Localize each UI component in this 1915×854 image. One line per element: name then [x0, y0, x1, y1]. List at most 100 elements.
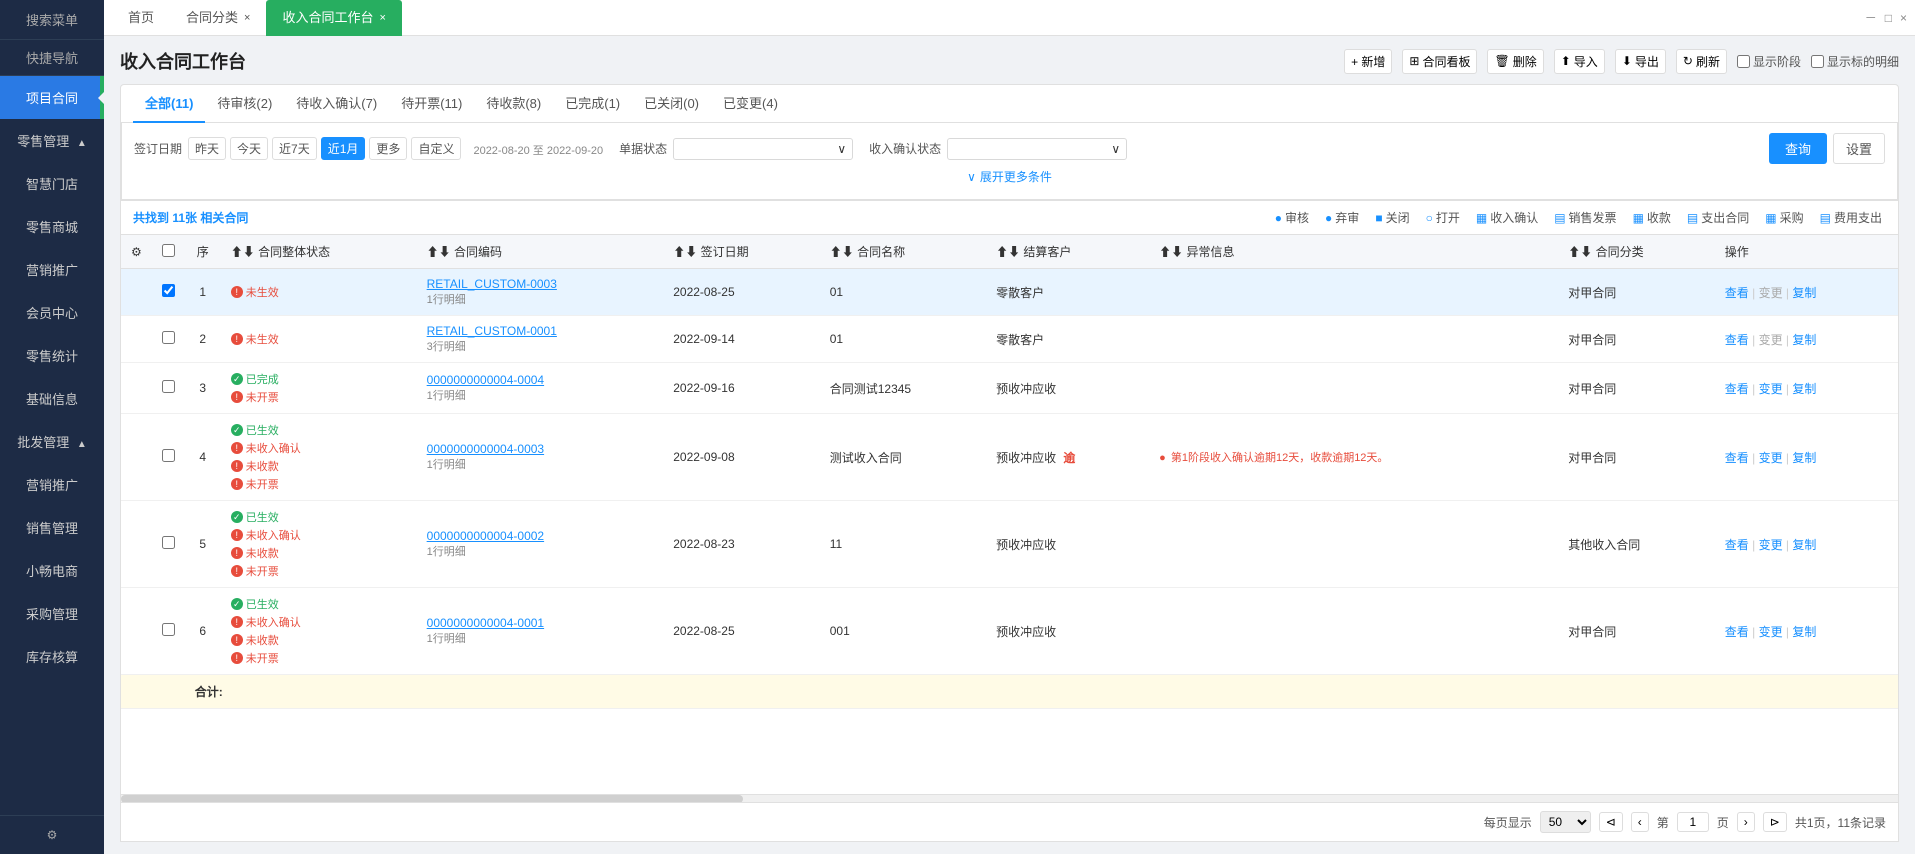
tab-home[interactable]: 首页 — [112, 0, 170, 36]
tab-income-contract[interactable]: 收入合同工作台 × — [266, 0, 401, 36]
date-btn-yesterday[interactable]: 昨天 — [188, 137, 226, 160]
contract-code-link[interactable]: 0000000000004-0001 — [427, 616, 544, 630]
action-collect[interactable]: ▦ 收款 — [1629, 207, 1675, 228]
row-op-copy[interactable]: 复制 — [1792, 451, 1816, 465]
sidebar-item-retail-stats[interactable]: 零售统计 — [0, 334, 104, 377]
action-abandon[interactable]: ● 弃审 — [1321, 207, 1363, 228]
chevron-down-icon2: ∨ — [1111, 142, 1120, 156]
row-op-change[interactable]: 变更 — [1759, 538, 1783, 552]
show-detail-checkbox[interactable]: 显示标的明细 — [1811, 53, 1899, 70]
filter-tab-changed[interactable]: 已变更(4) — [711, 85, 790, 123]
import-button[interactable]: ⬆ 导入 — [1554, 49, 1605, 74]
row-op-view[interactable]: 查看 — [1725, 538, 1749, 552]
export-button[interactable]: ⬇ 导出 — [1615, 49, 1666, 74]
status-icon: ! — [231, 529, 243, 541]
contract-code-link[interactable]: 0000000000004-0004 — [427, 373, 544, 387]
last-page-btn[interactable]: ⊳ — [1763, 812, 1787, 832]
action-out-contract[interactable]: ▤ 支出合同 — [1683, 207, 1753, 228]
horizontal-scrollbar[interactable] — [121, 794, 1898, 802]
action-close[interactable]: ■ 关闭 — [1371, 207, 1413, 228]
filter-tab-pending-payment[interactable]: 待收款(8) — [474, 85, 553, 123]
date-btn-last1m[interactable]: 近1月 — [321, 137, 366, 160]
delete-icon: 🗑 — [1494, 54, 1509, 68]
sidebar-search[interactable]: 搜索菜单 — [0, 0, 104, 40]
row-op-copy[interactable]: 复制 — [1792, 538, 1816, 552]
next-page-btn[interactable]: › — [1737, 812, 1755, 832]
row-op-copy[interactable]: 复制 — [1792, 286, 1816, 300]
export-icon: ⬇ — [1622, 54, 1632, 68]
query-button[interactable]: 查询 — [1769, 133, 1827, 164]
action-purchase[interactable]: ▦ 采购 — [1761, 207, 1807, 228]
contract-code-link[interactable]: 0000000000004-0003 — [427, 442, 544, 456]
sidebar-item-sales-mgmt[interactable]: 销售管理 — [0, 506, 104, 549]
setting-button[interactable]: 设置 — [1833, 133, 1885, 164]
filter-tab-pending-invoice[interactable]: 待开票(11) — [389, 85, 474, 123]
tab-close-contract-cat[interactable]: × — [244, 0, 250, 36]
row-op-copy[interactable]: 复制 — [1792, 333, 1816, 347]
tab-close-income-contract[interactable]: × — [379, 0, 385, 36]
sidebar-item-purchase[interactable]: 采购管理 — [0, 592, 104, 635]
sidebar-item-xiaochang[interactable]: 小畅电商 — [0, 549, 104, 592]
select-all-checkbox[interactable] — [162, 244, 175, 257]
action-expense[interactable]: ▤ 费用支出 — [1816, 207, 1886, 228]
show-stage-checkbox[interactable]: 显示阶段 — [1737, 53, 1801, 70]
contract-code-link[interactable]: RETAIL_CUSTOM-0003 — [427, 277, 557, 291]
minimize-icon[interactable]: － — [1865, 9, 1877, 26]
sidebar-item-retail-mgmt[interactable]: 零售管理 ▲ — [0, 119, 104, 162]
contract-code-link[interactable]: 0000000000004-0002 — [427, 529, 544, 543]
prev-page-btn[interactable]: ‹ — [1631, 812, 1649, 832]
date-btn-last7[interactable]: 近7天 — [272, 137, 317, 160]
tab-contract-cat[interactable]: 合同分类 × — [170, 0, 266, 36]
settings-icon[interactable]: ⚙ — [131, 245, 142, 259]
filter-tab-completed[interactable]: 已完成(1) — [553, 85, 632, 123]
close-window-icon[interactable]: × — [1900, 11, 1907, 25]
delete-button[interactable]: 🗑 删除 — [1487, 49, 1543, 74]
new-button[interactable]: + 新增 — [1344, 49, 1392, 74]
sidebar-item-inventory[interactable]: 库存核算 — [0, 635, 104, 678]
sidebar-settings-icon[interactable]: ⚙ — [0, 815, 104, 854]
sidebar-item-smart-store[interactable]: 智慧门店 — [0, 162, 104, 205]
main-table: ⚙ 序 ⬆⬇ 合同整体状态 ⬆⬇ 合同编码 ⬆⬇ 签订日期 — [121, 235, 1898, 709]
sidebar-quick-nav[interactable]: 快捷导航 — [0, 40, 104, 76]
row-op-copy[interactable]: 复制 — [1792, 382, 1816, 396]
sidebar-item-retail-mall[interactable]: 零售商城 — [0, 205, 104, 248]
row-op-change[interactable]: 变更 — [1759, 451, 1783, 465]
maximize-icon[interactable]: □ — [1885, 11, 1892, 25]
action-review[interactable]: ● 审核 — [1271, 207, 1313, 228]
sidebar-item-wholesale-mgmt[interactable]: 批发管理 ▲ — [0, 420, 104, 463]
date-btn-more[interactable]: 更多 — [369, 137, 407, 160]
sidebar-item-basic-info[interactable]: 基础信息 — [0, 377, 104, 420]
row-op-view[interactable]: 查看 — [1725, 382, 1749, 396]
sidebar-item-marketing2[interactable]: 营销推广 — [0, 463, 104, 506]
row-op-change[interactable]: 变更 — [1759, 625, 1783, 639]
date-btn-custom[interactable]: 自定义 — [411, 137, 461, 160]
row-op-view[interactable]: 查看 — [1725, 451, 1749, 465]
page-size-select[interactable]: 50 100 200 — [1540, 811, 1591, 833]
row-op-copy[interactable]: 复制 — [1792, 625, 1816, 639]
col-setting[interactable]: ⚙ — [121, 235, 152, 269]
confirm-select[interactable]: ∨ — [947, 138, 1127, 160]
filter-tab-pending-review[interactable]: 待审核(2) — [205, 85, 284, 123]
page-input[interactable] — [1677, 812, 1709, 832]
sidebar-item-member[interactable]: 会员中心 — [0, 291, 104, 334]
action-sales-invoice[interactable]: ▤ 销售发票 — [1550, 207, 1620, 228]
kanban-button[interactable]: ⊞ 合同看板 — [1402, 49, 1477, 74]
filter-tab-pending-confirm[interactable]: 待收入确认(7) — [284, 85, 389, 123]
contract-code-link[interactable]: RETAIL_CUSTOM-0001 — [427, 324, 557, 338]
filter-tab-closed[interactable]: 已关闭(0) — [632, 85, 711, 123]
action-income-confirm[interactable]: ▦ 收入确认 — [1472, 207, 1542, 228]
row-op-view[interactable]: 查看 — [1725, 333, 1749, 347]
row-op-change[interactable]: 变更 — [1759, 382, 1783, 396]
row-op-view[interactable]: 查看 — [1725, 625, 1749, 639]
col-checkbox[interactable] — [152, 235, 185, 269]
first-page-btn[interactable]: ⊲ — [1599, 812, 1623, 832]
status-select[interactable]: ∨ — [673, 138, 853, 160]
row-op-view[interactable]: 查看 — [1725, 286, 1749, 300]
refresh-button[interactable]: ↻ 刷新 — [1676, 49, 1727, 74]
date-btn-today[interactable]: 今天 — [230, 137, 268, 160]
expand-more-btn[interactable]: ∨ 展开更多条件 — [134, 164, 1885, 189]
filter-tab-all[interactable]: 全部(11) — [133, 85, 205, 123]
sidebar-item-project[interactable]: 项目合同 — [0, 76, 104, 119]
action-open[interactable]: ○ 打开 — [1422, 207, 1464, 228]
sidebar-item-marketing[interactable]: 营销推广 — [0, 248, 104, 291]
